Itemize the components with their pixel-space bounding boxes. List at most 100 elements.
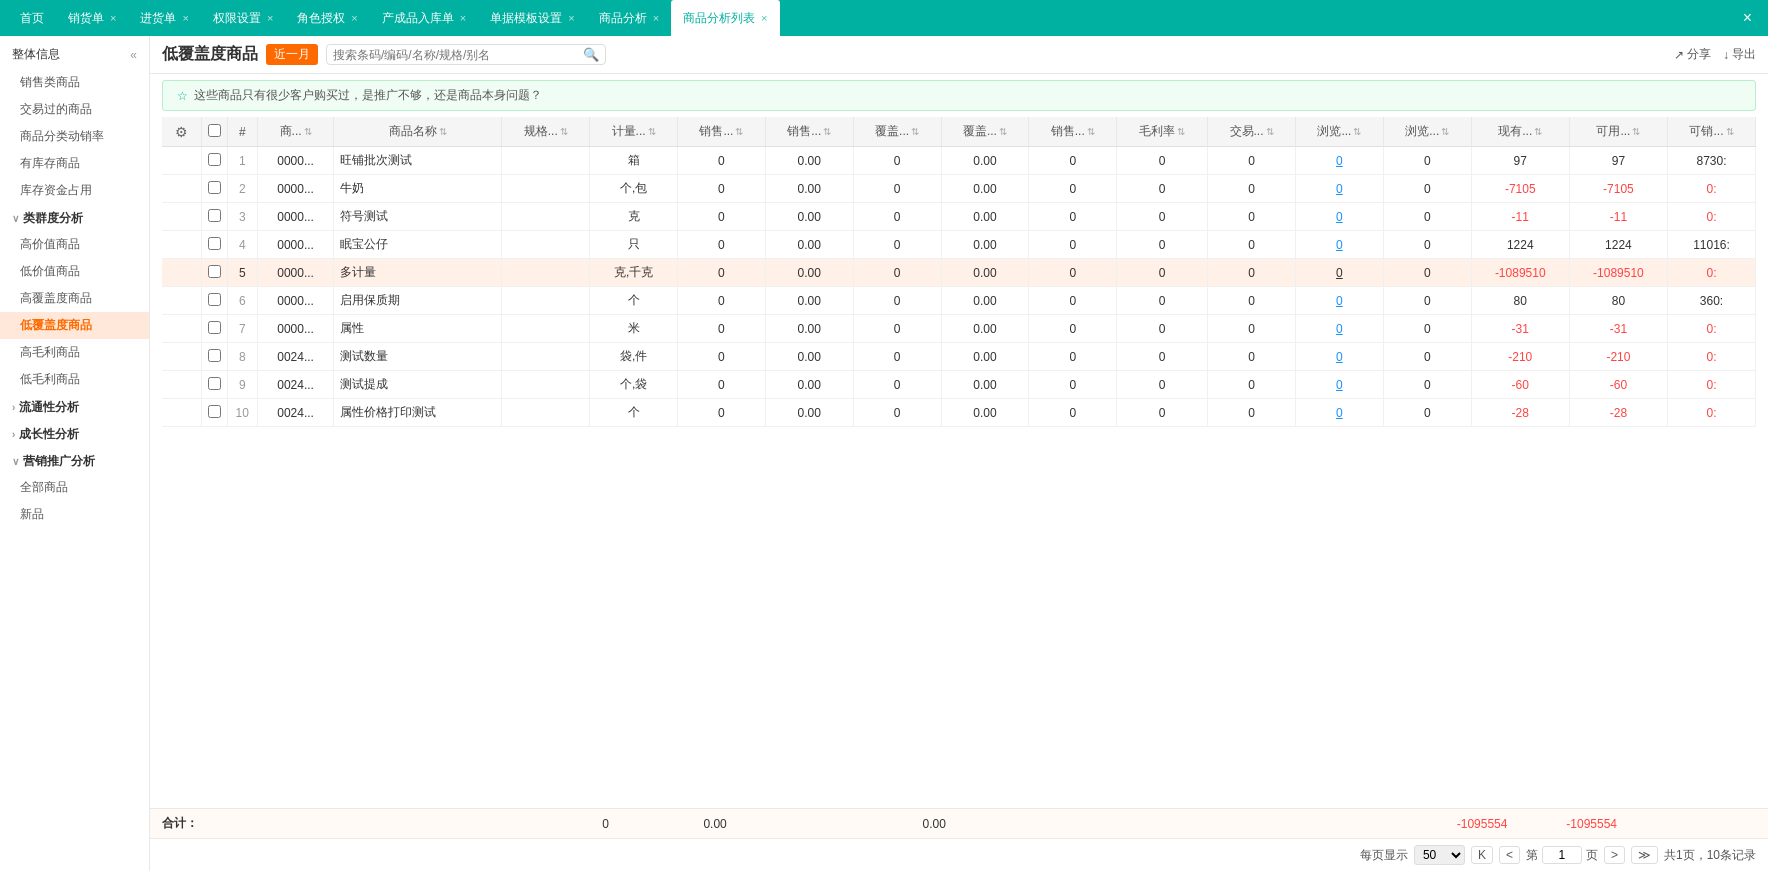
row-checkbox-cell[interactable] [201, 315, 227, 343]
sidebar-item-high-value[interactable]: 高价值商品 [0, 231, 149, 258]
sidebar-item-low-coverage[interactable]: 低覆盖度商品 [0, 312, 149, 339]
row-browse1[interactable]: 0 [1295, 147, 1383, 175]
row-checkbox-cell[interactable] [201, 231, 227, 259]
row-checkbox[interactable] [208, 377, 221, 390]
sidebar-section-cluster[interactable]: ∨ 类群度分析 [0, 204, 149, 231]
row-browse1[interactable]: 0 [1295, 231, 1383, 259]
col-gross-margin-header[interactable]: 毛利率⇅ [1117, 117, 1208, 147]
row-checkbox[interactable] [208, 265, 221, 278]
row-checkbox[interactable] [208, 321, 221, 334]
sidebar-section-circulation[interactable]: › 流通性分析 [0, 393, 149, 420]
sidebar-item-new-goods[interactable]: 新品 [0, 501, 149, 528]
row-checkbox[interactable] [208, 209, 221, 222]
col-transaction-header[interactable]: 交易...⇅ [1208, 117, 1296, 147]
nav-finished-goods[interactable]: 产成品入库单 × [370, 0, 478, 36]
close-icon[interactable]: × [653, 12, 659, 24]
search-input[interactable] [333, 48, 579, 62]
sidebar-item-low-value[interactable]: 低价值商品 [0, 258, 149, 285]
close-icon[interactable]: × [460, 12, 466, 24]
sidebar-item-low-margin[interactable]: 低毛利商品 [0, 366, 149, 393]
row-checkbox-cell[interactable] [201, 287, 227, 315]
col-sales-amount-header[interactable]: 销售...⇅ [765, 117, 853, 147]
page-size-select[interactable]: 50 100 200 [1414, 845, 1465, 865]
close-all-button[interactable]: × [1735, 9, 1760, 27]
col-browse2-header[interactable]: 浏览...⇅ [1383, 117, 1471, 147]
row-browse1[interactable]: 0 [1295, 203, 1383, 231]
checkbox-column-header[interactable] [201, 117, 227, 147]
share-button[interactable]: ↗ 分享 [1674, 46, 1711, 63]
row-checkbox-cell[interactable] [201, 147, 227, 175]
col-coverage2-header[interactable]: 覆盖...⇅ [941, 117, 1029, 147]
settings-column-header[interactable]: ⚙ [162, 117, 201, 147]
first-page-button[interactable]: K [1471, 846, 1493, 864]
close-icon[interactable]: × [267, 12, 273, 24]
sidebar-item-all-goods[interactable]: 全部商品 [0, 474, 149, 501]
row-spec [502, 203, 590, 231]
close-icon[interactable]: × [182, 12, 188, 24]
col-spec-header[interactable]: 规格...⇅ [502, 117, 590, 147]
page-number-input[interactable] [1542, 846, 1582, 864]
close-icon[interactable]: × [351, 12, 357, 24]
sidebar-collapse-button[interactable]: « [130, 48, 137, 62]
nav-home[interactable]: 首页 [8, 0, 56, 36]
nav-purchase-order[interactable]: 进货单 × [128, 0, 200, 36]
col-browse1-header[interactable]: 浏览...⇅ [1295, 117, 1383, 147]
col-code-header[interactable]: 商...⇅ [257, 117, 334, 147]
row-browse1[interactable]: 0 [1295, 175, 1383, 203]
row-checkbox[interactable] [208, 153, 221, 166]
row-browse1[interactable]: 0 [1295, 343, 1383, 371]
nav-role-auth[interactable]: 角色授权 × [285, 0, 369, 36]
sidebar-item-in-stock[interactable]: 有库存商品 [0, 150, 149, 177]
sidebar-item-sales-goods[interactable]: 销售类商品 [0, 69, 149, 96]
row-browse1[interactable]: 0 [1295, 287, 1383, 315]
next-page-button[interactable]: > [1604, 846, 1625, 864]
col-unit-header[interactable]: 计量...⇅ [590, 117, 678, 147]
sidebar-item-high-margin[interactable]: 高毛利商品 [0, 339, 149, 366]
nav-product-analysis-list[interactable]: 商品分析列表 × [671, 0, 779, 36]
sidebar-section-marketing[interactable]: ∨ 营销推广分析 [0, 447, 149, 474]
prev-page-button[interactable]: < [1499, 846, 1520, 864]
row-checkbox[interactable] [208, 293, 221, 306]
row-checkbox-cell[interactable] [201, 343, 227, 371]
nav-template-settings[interactable]: 单据模板设置 × [478, 0, 586, 36]
row-checkbox-cell[interactable] [201, 175, 227, 203]
col-available-stock-header[interactable]: 可用...⇅ [1569, 117, 1667, 147]
nav-permission[interactable]: 权限设置 × [201, 0, 285, 36]
col-name-header[interactable]: 商品名称⇅ [334, 117, 502, 147]
export-button[interactable]: ↓ 导出 [1723, 46, 1756, 63]
last-page-button[interactable]: ≫ [1631, 846, 1658, 864]
row-checkbox-cell[interactable] [201, 259, 227, 287]
col-coverage1-header[interactable]: 覆盖...⇅ [853, 117, 941, 147]
nav-product-analysis[interactable]: 商品分析 × [587, 0, 671, 36]
time-filter-button[interactable]: 近一月 [266, 44, 318, 65]
row-checkbox[interactable] [208, 237, 221, 250]
sidebar-item-traded-goods[interactable]: 交易过的商品 [0, 96, 149, 123]
header-actions: ↗ 分享 ↓ 导出 [1674, 46, 1756, 63]
row-browse1[interactable]: 0 [1295, 371, 1383, 399]
row-browse1[interactable]: 0 [1295, 315, 1383, 343]
sidebar-section-growth[interactable]: › 成长性分析 [0, 420, 149, 447]
close-icon[interactable]: × [568, 12, 574, 24]
row-checkbox[interactable] [208, 349, 221, 362]
row-checkbox-cell[interactable] [201, 371, 227, 399]
col-sales-data-header[interactable]: 销售...⇅ [1029, 117, 1117, 147]
row-checkbox[interactable] [208, 181, 221, 194]
col-sellable-header[interactable]: 可销...⇅ [1668, 117, 1756, 147]
search-icon[interactable]: 🔍 [583, 47, 599, 62]
sidebar-item-category-rate[interactable]: 商品分类动销率 [0, 123, 149, 150]
nav-sales-order[interactable]: 销货单 × [56, 0, 128, 36]
row-browse1[interactable]: 0 [1295, 399, 1383, 427]
close-icon[interactable]: × [110, 12, 116, 24]
sidebar-item-capital-usage[interactable]: 库存资金占用 [0, 177, 149, 204]
sidebar-item-high-coverage[interactable]: 高覆盖度商品 [0, 285, 149, 312]
row-checkbox[interactable] [208, 405, 221, 418]
close-icon[interactable]: × [761, 12, 767, 24]
row-browse1[interactable]: 0 [1295, 259, 1383, 287]
col-current-stock-header[interactable]: 现有...⇅ [1471, 117, 1569, 147]
gear-icon[interactable]: ⚙ [175, 124, 188, 140]
col-sales-qty-header[interactable]: 销售...⇅ [678, 117, 766, 147]
select-all-checkbox[interactable] [208, 124, 221, 137]
row-checkbox-cell[interactable] [201, 399, 227, 427]
row-gross-margin: 0 [1117, 315, 1208, 343]
row-checkbox-cell[interactable] [201, 203, 227, 231]
